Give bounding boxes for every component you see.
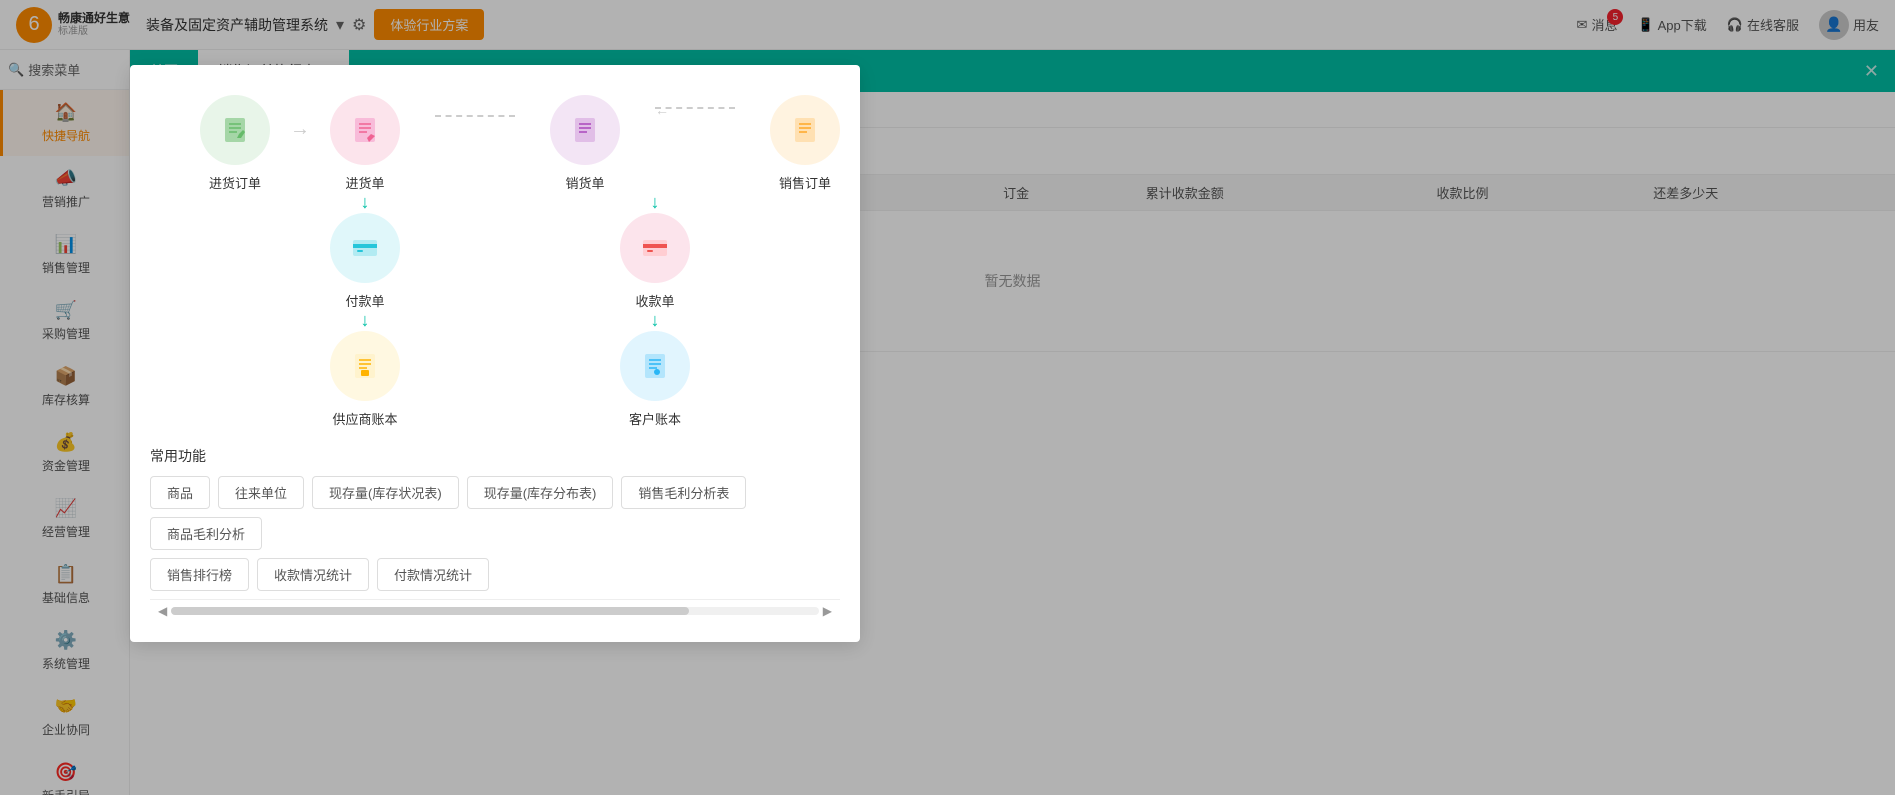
func-btn-sale-profit[interactable]: 销售毛利分析表 xyxy=(621,476,746,509)
func-btn-payment-stat[interactable]: 付款情况统计 xyxy=(377,558,489,591)
common-funcs: 常用功能 商品 往来单位 现存量(库存状况表) 现存量(库存分布表) 销售毛利分… xyxy=(150,446,840,591)
func-btn-partner[interactable]: 往来单位 xyxy=(218,476,304,509)
func-btn-receipt-stat[interactable]: 收款情况统计 xyxy=(257,558,369,591)
receipt-circle xyxy=(620,213,690,283)
flow-node-purchase-receipt: 进货单 xyxy=(330,95,400,192)
down-arrow-payment: ↓ xyxy=(330,192,400,213)
scroll-track[interactable] xyxy=(171,607,819,615)
flow-node-customer-ledger: 客户账本 xyxy=(620,331,690,428)
receipt-label: 收款单 xyxy=(635,291,674,310)
payment-label: 付款单 xyxy=(345,291,384,310)
flow-modal: 进货订单 → 进货单 xyxy=(130,65,860,642)
supplier-ledger-label: 供应商账本 xyxy=(332,409,397,428)
dashed-line-1 xyxy=(435,115,515,117)
modal-body: 进货订单 → 进货单 xyxy=(130,65,860,642)
scroll-right-btn[interactable]: ▶ xyxy=(823,604,832,618)
modal-overlay: 进货订单 → 进货单 xyxy=(0,0,1895,795)
flow-node-supplier-ledger: 供应商账本 xyxy=(330,331,400,428)
purchase-order-label: 进货订单 xyxy=(209,173,261,192)
purchase-order-circle xyxy=(200,95,270,165)
supplier-ledger-circle xyxy=(330,331,400,401)
func-btns-row1: 商品 往来单位 现存量(库存状况表) 现存量(库存分布表) 销售毛利分析表 商品… xyxy=(150,476,840,550)
func-btns-row2: 销售排行榜 收款情况统计 付款情况统计 xyxy=(150,558,840,591)
customer-ledger-label: 客户账本 xyxy=(629,409,681,428)
arrow-right-1: → xyxy=(290,118,310,141)
sale-order-circle xyxy=(770,95,840,165)
modal-scrollbar: ◀ ▶ xyxy=(150,599,840,622)
dashed-line-2: ← xyxy=(655,107,735,125)
func-btn-product-profit[interactable]: 商品毛利分析 xyxy=(150,517,262,550)
flow-node-sale-receipt: 销货单 xyxy=(550,95,620,192)
down-arrow-receipt: ↓ xyxy=(620,192,690,213)
flow-node-purchase-order: 进货订单 xyxy=(200,95,270,192)
down-arrow-supplier: ↓ xyxy=(330,310,400,331)
func-btn-inventory-status[interactable]: 现存量(库存状况表) xyxy=(312,476,459,509)
func-btn-product[interactable]: 商品 xyxy=(150,476,210,509)
func-btn-sale-rank[interactable]: 销售排行榜 xyxy=(150,558,249,591)
sale-receipt-label: 销货单 xyxy=(565,173,604,192)
common-funcs-title: 常用功能 xyxy=(150,446,840,466)
purchase-receipt-label: 进货单 xyxy=(345,173,384,192)
scroll-thumb[interactable] xyxy=(171,607,689,615)
purchase-receipt-circle xyxy=(330,95,400,165)
flow-node-payment: 付款单 xyxy=(330,213,400,310)
customer-ledger-circle xyxy=(620,331,690,401)
down-arrow-customer: ↓ xyxy=(620,310,690,331)
payment-circle xyxy=(330,213,400,283)
flow-node-receipt: 收款单 xyxy=(620,213,690,310)
flow-node-sale-order: 销售订单 xyxy=(770,95,840,192)
func-btn-inventory-dist[interactable]: 现存量(库存分布表) xyxy=(467,476,614,509)
sale-receipt-circle xyxy=(550,95,620,165)
scroll-left-btn[interactable]: ◀ xyxy=(158,604,167,618)
sale-order-label: 销售订单 xyxy=(779,173,831,192)
